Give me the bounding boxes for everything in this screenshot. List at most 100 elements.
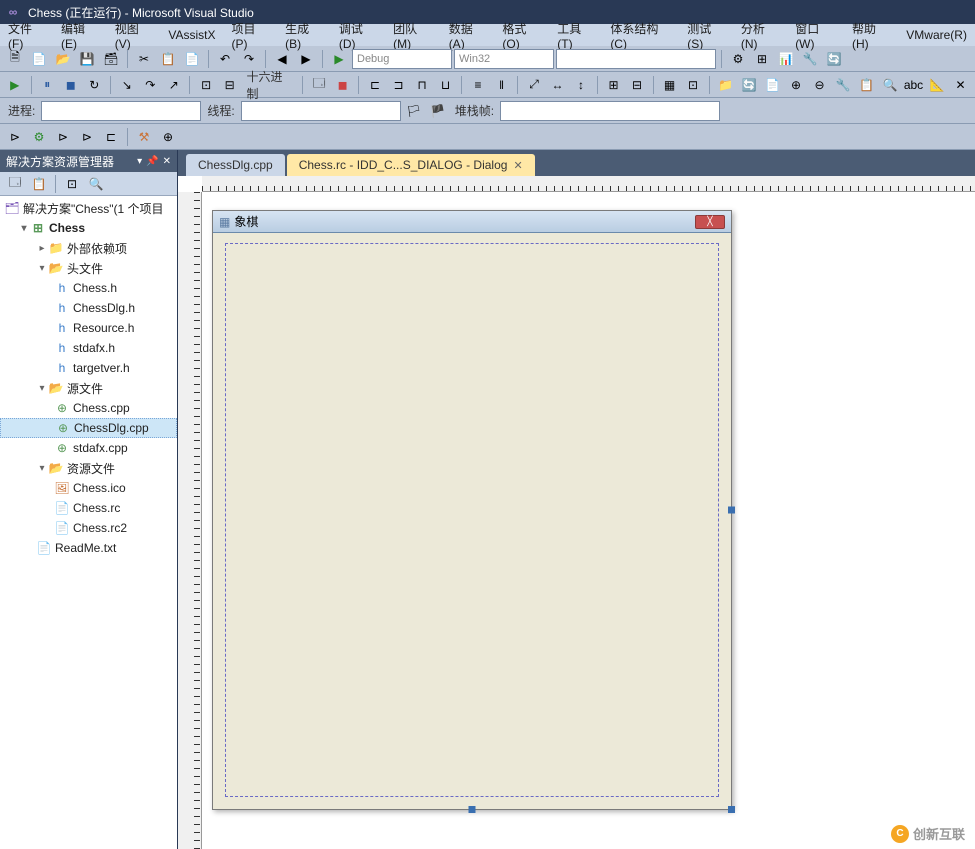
misc-icon[interactable]: ⊳: [76, 126, 98, 148]
file-node[interactable]: ⊕ChessDlg.cpp: [0, 418, 177, 438]
save-icon[interactable]: 💾: [76, 48, 98, 70]
break-icon[interactable]: ⏸: [36, 74, 58, 96]
show-all-icon[interactable]: 📋: [28, 173, 50, 195]
size-icon[interactable]: ↔: [547, 74, 569, 96]
misc-icon[interactable]: ⚒: [133, 126, 155, 148]
view-class-icon[interactable]: 🔍: [85, 173, 107, 195]
properties-icon[interactable]: 🗔: [4, 173, 26, 195]
config-dropdown[interactable]: Debug: [352, 49, 452, 69]
expander-icon[interactable]: ▸: [36, 243, 48, 254]
misc-icon[interactable]: 🗔: [308, 74, 330, 96]
flag-icon[interactable]: 🏴: [427, 100, 449, 122]
size-icon[interactable]: ↕: [570, 74, 592, 96]
menu-view[interactable]: 视图(V): [107, 24, 161, 46]
misc-icon[interactable]: ⊕: [785, 74, 807, 96]
file-node[interactable]: 📄Chess.rc2: [0, 518, 177, 538]
stack-dropdown[interactable]: [500, 101, 720, 121]
redo-icon[interactable]: ↷: [238, 48, 260, 70]
dialog-designer[interactable]: ▦ 象棋 ╳: [178, 176, 975, 849]
misc-icon[interactable]: ⚙: [727, 48, 749, 70]
dialog-preview[interactable]: ▦ 象棋 ╳: [212, 210, 732, 810]
misc-icon[interactable]: ⊕: [157, 126, 179, 148]
copy-icon[interactable]: 📋: [157, 48, 179, 70]
menu-help[interactable]: 帮助(H): [844, 24, 898, 46]
menu-analyze[interactable]: 分析(N): [733, 24, 787, 46]
misc-icon[interactable]: ✕: [950, 74, 972, 96]
flag-icon[interactable]: 🏳: [403, 100, 425, 122]
menu-data[interactable]: 数据(A): [441, 24, 495, 46]
paste-icon[interactable]: 📄: [181, 48, 203, 70]
save-all-icon[interactable]: 🗃: [100, 48, 122, 70]
close-icon[interactable]: ✕: [163, 156, 171, 167]
align-bottom-icon[interactable]: ⊔: [435, 74, 457, 96]
menu-window[interactable]: 窗口(W): [787, 24, 844, 46]
menu-test[interactable]: 测试(S): [679, 24, 733, 46]
expander-icon[interactable]: ▾: [36, 263, 48, 274]
misc-icon[interactable]: ⊞: [751, 48, 773, 70]
file-node[interactable]: hChessDlg.h: [0, 298, 177, 318]
menu-project[interactable]: 项目(P): [224, 24, 278, 46]
align-top-icon[interactable]: ⊓: [411, 74, 433, 96]
menu-format[interactable]: 格式(O): [494, 24, 549, 46]
guides-icon[interactable]: ⊡: [682, 74, 704, 96]
file-node[interactable]: ⊕stdafx.cpp: [0, 438, 177, 458]
dialog-client-area[interactable]: [225, 243, 719, 797]
restart-icon[interactable]: ↻: [83, 74, 105, 96]
file-node[interactable]: 📄ReadMe.txt: [0, 538, 177, 558]
undo-icon[interactable]: ↶: [214, 48, 236, 70]
thread-dropdown[interactable]: [241, 101, 401, 121]
cut-icon[interactable]: ✂: [133, 48, 155, 70]
step-out-icon[interactable]: ↗: [163, 74, 185, 96]
dialog-close-icon[interactable]: ╳: [695, 215, 725, 229]
file-node[interactable]: hResource.h: [0, 318, 177, 338]
misc-icon[interactable]: 🔧: [832, 74, 854, 96]
step-over-icon[interactable]: ↷: [139, 74, 161, 96]
folder-icon[interactable]: 📁: [715, 74, 737, 96]
center-v-icon[interactable]: ‖: [491, 74, 513, 96]
menu-build[interactable]: 生成(B): [277, 24, 331, 46]
grid-icon[interactable]: ▦: [659, 74, 681, 96]
open-icon[interactable]: 📂: [52, 48, 74, 70]
menu-file[interactable]: 文件(F): [0, 24, 53, 46]
resize-handle-corner[interactable]: [728, 806, 735, 813]
space-icon[interactable]: ⊟: [626, 74, 648, 96]
resources-node[interactable]: ▾ 📂 资源文件: [0, 458, 177, 478]
file-node[interactable]: ⊕Chess.cpp: [0, 398, 177, 418]
ext-deps-node[interactable]: ▸ 📁 外部依赖项: [0, 238, 177, 258]
misc-icon[interactable]: 📊: [775, 48, 797, 70]
find-dropdown[interactable]: [556, 49, 716, 69]
menu-vassistx[interactable]: VAssistX: [160, 24, 223, 46]
misc-icon[interactable]: ⚙: [28, 126, 50, 148]
refresh-icon[interactable]: 🔄: [738, 74, 760, 96]
menu-debug[interactable]: 调试(D): [331, 24, 385, 46]
resize-handle-bottom[interactable]: [469, 806, 476, 813]
file-node[interactable]: htargetver.h: [0, 358, 177, 378]
pin-icon[interactable]: 📌: [146, 156, 158, 167]
sources-node[interactable]: ▾ 📂 源文件: [0, 378, 177, 398]
headers-node[interactable]: ▾ 📂 头文件: [0, 258, 177, 278]
misc-icon[interactable]: 📄: [762, 74, 784, 96]
design-canvas[interactable]: ▦ 象棋 ╳: [202, 192, 975, 849]
misc-icon[interactable]: ⊡: [195, 74, 217, 96]
align-left-icon[interactable]: ⊏: [364, 74, 386, 96]
menu-architecture[interactable]: 体系结构(C): [602, 24, 679, 46]
project-node[interactable]: ▾ ⊞ Chess: [0, 218, 177, 238]
misc-icon[interactable]: ◼: [332, 74, 354, 96]
file-node[interactable]: hChess.h: [0, 278, 177, 298]
hex-label[interactable]: 十六进制: [242, 68, 297, 102]
dropdown-icon[interactable]: ▾: [137, 156, 142, 167]
misc-icon[interactable]: ⊖: [809, 74, 831, 96]
start-debug-icon[interactable]: ▶: [328, 48, 350, 70]
platform-dropdown[interactable]: Win32: [454, 49, 554, 69]
menu-edit[interactable]: 编辑(E): [53, 24, 107, 46]
stop-icon[interactable]: ◼: [60, 74, 82, 96]
continue-icon[interactable]: ▶: [4, 74, 26, 96]
file-node[interactable]: hstdafx.h: [0, 338, 177, 358]
new-project-icon[interactable]: 🗎: [4, 48, 26, 70]
space-icon[interactable]: ⊞: [603, 74, 625, 96]
nav-back-icon[interactable]: ◀: [271, 48, 293, 70]
step-into-icon[interactable]: ↘: [116, 74, 138, 96]
close-icon[interactable]: ✕: [513, 159, 522, 172]
misc-icon[interactable]: 🔄: [823, 48, 845, 70]
add-item-icon[interactable]: 📄: [28, 48, 50, 70]
